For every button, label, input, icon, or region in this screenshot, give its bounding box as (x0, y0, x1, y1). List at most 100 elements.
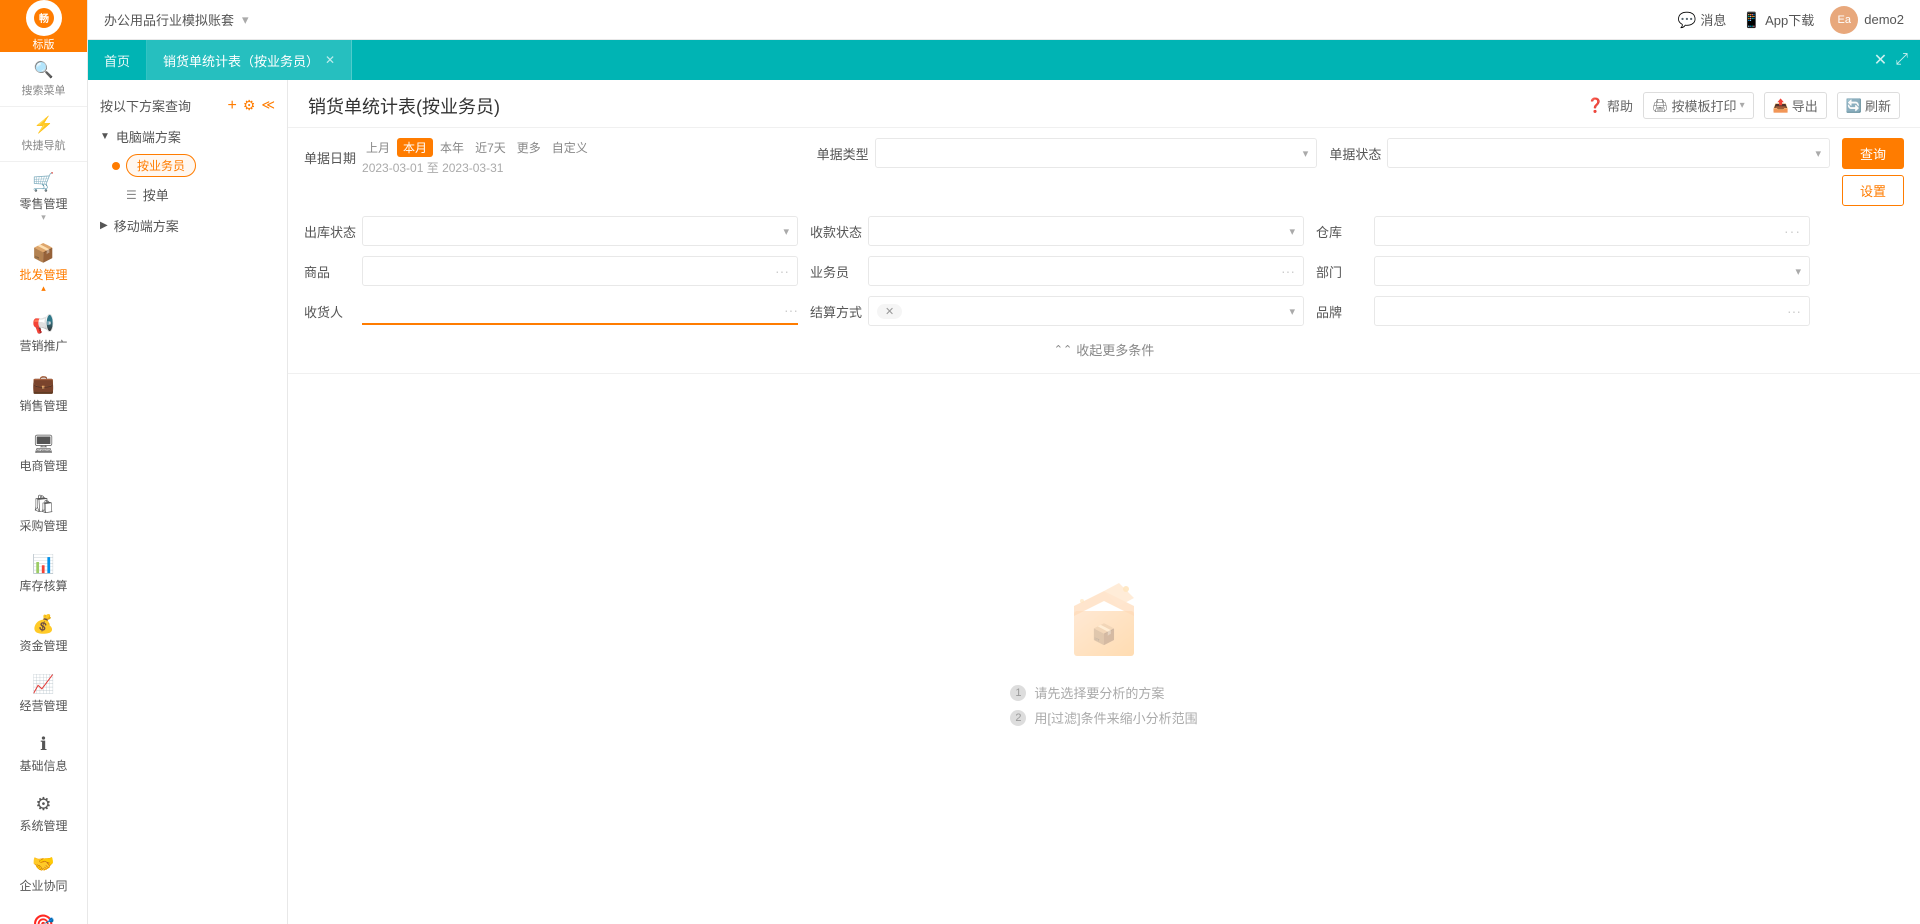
brand-label: 品牌 (1316, 302, 1368, 321)
help-action[interactable]: ❓ 帮助 (1587, 96, 1633, 115)
tree-active-dot (112, 162, 120, 170)
tab-home[interactable]: 首页 (88, 40, 147, 80)
right-panel: 销货单统计表(按业务员) ❓ 帮助 🖨 按模板打印 ▾ 📤 导出 (288, 80, 1920, 924)
tab-expand-icon[interactable]: ⤢ (1895, 51, 1908, 69)
sidebar-item-finance[interactable]: 💰 资金管理 (0, 604, 87, 664)
refresh-action[interactable]: 🔄 刷新 (1837, 92, 1900, 119)
sidebar-item-basic[interactable]: ℹ 基础信息 (0, 724, 87, 784)
sidebar-item-purchase[interactable]: 🛍 采购管理 (0, 484, 87, 544)
export-action[interactable]: 📤 导出 (1764, 92, 1827, 119)
brand-selector[interactable]: ··· (1374, 296, 1810, 326)
status-label: 单据状态 (1329, 144, 1381, 163)
goods-selector[interactable]: ··· (362, 256, 798, 286)
left-panel-icons: + ⚙ ≪ (227, 97, 275, 115)
app-title: 办公用品行业模拟账套 (104, 10, 234, 29)
query-button[interactable]: 查询 (1842, 138, 1904, 169)
svg-text:📦: 📦 (1092, 622, 1117, 646)
filter-date-cell: 单据日期 上月 本月 本年 近7天 更多 自定义 2023-03-01 至 20… (304, 138, 805, 176)
filter-row-2: 出库状态 ▾ 收款状态 ▾ 仓库 ··· (304, 216, 1904, 246)
date-tab-this-year[interactable]: 本年 (436, 138, 468, 157)
page-action-buttons: ❓ 帮助 🖨 按模板打印 ▾ 📤 导出 🔄 刷新 (1587, 92, 1900, 119)
sidebar-item-retail[interactable]: 🛒 零售管理 ▾ (0, 162, 87, 233)
date-tab-last-month[interactable]: 上月 (362, 138, 394, 157)
date-tab-7days[interactable]: 近7天 (471, 138, 510, 157)
print-action[interactable]: 🖨 按模板打印 ▾ (1643, 92, 1754, 119)
settings-button[interactable]: 设置 (1842, 175, 1904, 206)
dept-selector[interactable]: ▾ (1374, 256, 1810, 286)
tree-pc-children: 按业务员 ☰ 按单 (88, 150, 287, 208)
tab-close-icon[interactable]: ✕ (325, 53, 335, 67)
tab-sales-stat[interactable]: 销货单统计表（按业务员） ✕ (147, 40, 352, 80)
sidebar-item-system[interactable]: ⚙ 系统管理 (0, 784, 87, 844)
sidebar-item-label: 批发管理 (19, 266, 67, 283)
receiver-input[interactable]: ··· (362, 297, 798, 325)
sidebar-item-label: 零售管理 (19, 195, 67, 212)
add-scheme-icon[interactable]: + (227, 97, 236, 115)
message-label: 消息 (1700, 10, 1726, 29)
sales-icon: 💼 (32, 374, 54, 395)
active-tab-label: 销货单统计表（按业务员） (163, 51, 319, 70)
app-download-item[interactable]: 📱 App下载 (1742, 10, 1814, 29)
date-tab-custom[interactable]: 自定义 (548, 138, 592, 157)
filter-row-1: 单据日期 上月 本月 本年 近7天 更多 自定义 2023-03-01 至 20… (304, 138, 1904, 206)
empty-box-icon: 📦 (1054, 571, 1154, 671)
sidebar-search-item[interactable]: 🔍 搜索菜单 (0, 52, 87, 107)
date-tab-this-month[interactable]: 本月 (397, 138, 433, 157)
sidebar-item-enterprise[interactable]: 🤝 企业协同 (0, 844, 87, 904)
message-item[interactable]: 💬 消息 (1678, 10, 1727, 29)
tree-active-item[interactable]: 按业务员 (104, 150, 287, 181)
date-picker: 上月 本月 本年 近7天 更多 自定义 2023-03-01 至 2023-03… (362, 138, 805, 176)
content-area: 按以下方案查询 + ⚙ ≪ ▼ 电脑端方案 按业务员 (88, 80, 1920, 924)
date-tab-more[interactable]: 更多 (513, 138, 545, 157)
tree-pc-label: 电脑端方案 (116, 127, 181, 146)
sidebar-item-label: 营销推广 (19, 337, 67, 354)
sidebar-item-operation[interactable]: 📈 经营管理 (0, 664, 87, 724)
dropdown-icon[interactable]: ▾ (242, 12, 249, 28)
app-download-label: App下载 (1765, 10, 1814, 29)
sidebar-item-sales[interactable]: 💼 销售管理 (0, 364, 87, 424)
salesman-selector[interactable]: ··· (868, 256, 1304, 286)
sidebar-item-newbie[interactable]: 🎯 新手引导 (0, 904, 87, 924)
quick-nav-item[interactable]: ⚡ 快捷导航 (0, 107, 87, 162)
out-selector[interactable]: ▾ (362, 216, 798, 246)
print-icon: 🖨 (1652, 98, 1669, 114)
collapse-panel-icon[interactable]: ≪ (261, 97, 275, 115)
avatar-text: Ea (1838, 14, 1851, 26)
app-logo[interactable]: 畅 标版 (0, 0, 88, 52)
collapse-bar[interactable]: ⌃⌃ 收起更多条件 (304, 336, 1904, 363)
filter-type-cell: 单据类型 ▾ (817, 138, 1318, 168)
empty-state: 📦 1 请先选择要分析的方案 2 用[过滤]条件来缩小分析范围 (288, 374, 1920, 924)
sidebar-item-wholesale[interactable]: 📦 批发管理 ▴ (0, 233, 87, 304)
tab-window-close-icon[interactable]: ✕ (1874, 50, 1887, 70)
tree-sub-item[interactable]: ☰ 按单 (104, 181, 287, 208)
status-selector[interactable]: ▾ (1387, 138, 1830, 168)
warehouse-selector[interactable]: ··· (1374, 216, 1810, 246)
home-tab-label: 首页 (104, 51, 130, 70)
tree-pc-arrow: ▼ (100, 131, 110, 142)
tree-pc-section[interactable]: ▼ 电脑端方案 (88, 123, 287, 150)
sidebar-item-marketing[interactable]: 📢 营销推广 (0, 304, 87, 364)
filter-payment-cell: 结算方式 ✕ ▾ (810, 296, 1304, 326)
avatar: Ea (1830, 6, 1858, 34)
query-buttons: 查询 设置 (1842, 138, 1904, 206)
tip-1-text: 请先选择要分析的方案 (1034, 683, 1164, 702)
marketing-icon: 📢 (32, 314, 54, 335)
tab-bar: 首页 销货单统计表（按业务员） ✕ ✕ ⤢ (88, 40, 1920, 80)
settings-scheme-icon[interactable]: ⚙ (243, 97, 256, 115)
filter-goods-cell: 商品 ··· (304, 256, 798, 286)
type-selector[interactable]: ▾ (875, 138, 1318, 168)
sidebar-item-ecommerce[interactable]: 🖥 电商管理 (0, 424, 87, 484)
message-icon: 💬 (1678, 11, 1697, 29)
user-profile[interactable]: Ea demo2 (1830, 6, 1904, 34)
tree-mobile-section[interactable]: ▶ 移动端方案 (88, 212, 287, 239)
user-name: demo2 (1864, 12, 1904, 27)
sidebar-item-label: 电商管理 (19, 457, 67, 474)
payment-tag-x[interactable]: ✕ (885, 305, 894, 318)
help-icon: ❓ (1587, 97, 1604, 114)
payment-selector[interactable]: ✕ ▾ (868, 296, 1304, 326)
app-download-icon: 📱 (1742, 11, 1761, 29)
collapse-arrow-icon: ⌃⌃ (1054, 343, 1072, 356)
pay-selector[interactable]: ▾ (868, 216, 1304, 246)
out-label: 出库状态 (304, 222, 356, 241)
sidebar-item-inventory[interactable]: 📊 库存核算 (0, 544, 87, 604)
